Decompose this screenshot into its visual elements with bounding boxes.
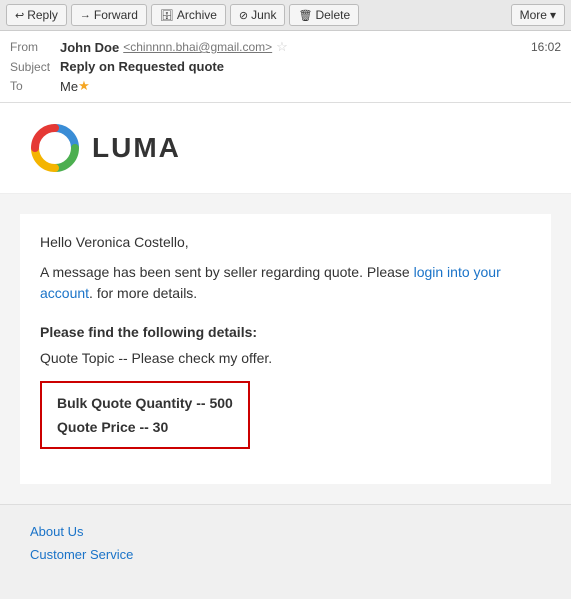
to-name: Me [60, 79, 78, 94]
more-label: More [520, 8, 547, 22]
email-wrapper: LUMA Hello Veronica Costello, A message … [0, 103, 571, 582]
quote-details-box: Bulk Quote Quantity -- 500 Quote Price -… [40, 381, 250, 449]
archive-button[interactable]: 🗄 Archive [151, 4, 226, 26]
to-label: To [10, 79, 60, 93]
junk-button[interactable]: ⊘ Junk [230, 4, 286, 26]
chevron-down-icon: ▾ [550, 8, 556, 22]
sender-name: John Doe [60, 40, 119, 55]
email-greeting: Hello Veronica Costello, [40, 234, 531, 250]
details-section: Please find the following details: Quote… [40, 324, 531, 449]
luma-logo-icon [30, 123, 80, 173]
forward-icon: → [80, 9, 91, 21]
reply-icon: ↩ [15, 9, 24, 22]
email-subject: Reply on Requested quote [60, 59, 224, 74]
reply-button[interactable]: ↩ Reply [6, 4, 67, 26]
email-header: From John Doe <chinnnn.bhai@gmail.com> ☆… [0, 31, 571, 103]
delete-icon: 🗑 [298, 9, 312, 22]
email-footer: About Us Customer Service [0, 504, 571, 582]
subject-label: Subject [10, 60, 60, 74]
archive-icon: 🗄 [160, 9, 174, 22]
junk-label: Junk [251, 8, 276, 22]
forward-label: Forward [94, 8, 138, 22]
customer-service-link[interactable]: Customer Service [30, 543, 541, 566]
reply-label: Reply [27, 8, 58, 22]
toolbar: ↩ Reply → Forward 🗄 Archive ⊘ Junk 🗑 Del… [0, 0, 571, 31]
from-label: From [10, 40, 60, 54]
delete-button[interactable]: 🗑 Delete [289, 4, 359, 26]
forward-button[interactable]: → Forward [71, 4, 147, 26]
star-icon[interactable]: ☆ [276, 39, 288, 55]
email-scroll-area: LUMA Hello Veronica Costello, A message … [0, 103, 571, 599]
delete-label: Delete [315, 8, 350, 22]
luma-brand-text: LUMA [92, 132, 181, 164]
email-content: Hello Veronica Costello, A message has b… [20, 214, 551, 484]
bulk-quantity: Bulk Quote Quantity -- 500 [57, 395, 233, 411]
logo-section: LUMA [0, 103, 571, 194]
more-button[interactable]: More ▾ [511, 4, 565, 26]
to-star-icon: ★ [78, 78, 90, 94]
about-us-link[interactable]: About Us [30, 520, 541, 543]
quote-topic: Quote Topic -- Please check my offer. [40, 350, 531, 366]
email-message: A message has been sent by seller regard… [40, 262, 531, 304]
quote-price: Quote Price -- 30 [57, 419, 233, 435]
email-time: 16:02 [531, 40, 561, 54]
sender-email: <chinnnn.bhai@gmail.com> [123, 40, 272, 54]
message-part2: . for more details. [89, 285, 197, 301]
archive-label: Archive [177, 8, 217, 22]
email-body: LUMA Hello Veronica Costello, A message … [0, 103, 571, 599]
details-title: Please find the following details: [40, 324, 531, 340]
junk-icon: ⊘ [239, 9, 248, 22]
message-part1: A message has been sent by seller regard… [40, 264, 414, 280]
